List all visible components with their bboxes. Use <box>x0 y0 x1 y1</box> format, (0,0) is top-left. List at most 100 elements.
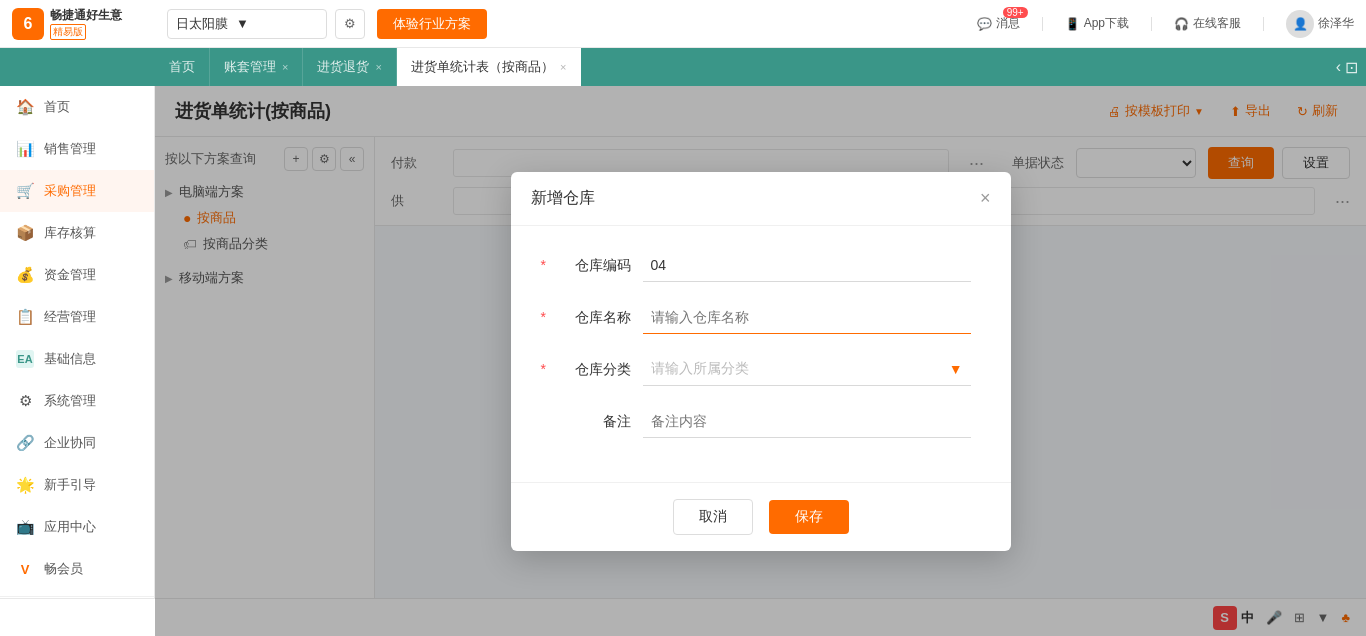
tab-bar-prev-icon[interactable]: ‹ <box>1336 58 1341 76</box>
store-selector[interactable]: 日太阳膜 ▼ <box>167 9 327 39</box>
purchase-icon: 🛒 <box>16 182 34 200</box>
logo-text-area: 畅捷通好生意 精易版 <box>50 7 122 40</box>
member-icon: V <box>16 560 34 578</box>
divider2 <box>1151 17 1152 31</box>
app-name: 畅捷通好生意 <box>50 7 122 24</box>
sidebar-home-label: 首页 <box>44 98 70 116</box>
tab-purchase-stats[interactable]: 进货单统计表（按商品） × <box>397 48 581 86</box>
tab-purchase-return[interactable]: 进货退货 × <box>303 48 396 86</box>
app-edition-badge: 精易版 <box>50 24 86 40</box>
user-name: 徐泽华 <box>1318 15 1354 32</box>
sidebar-item-operations[interactable]: 📋 经营管理 <box>0 296 154 338</box>
sidebar-finance-label: 资金管理 <box>44 266 96 284</box>
user-avatar: 👤 <box>1286 10 1314 38</box>
tab-account-label: 账套管理 <box>224 58 276 76</box>
divider3 <box>1263 17 1264 31</box>
appstore-icon: 📺 <box>16 518 34 536</box>
modal-title: 新增仓库 <box>531 188 595 209</box>
category-dropdown-icon: ▼ <box>949 361 963 377</box>
tab-purchase-return-close[interactable]: × <box>375 61 381 73</box>
sidebar-operations-label: 经营管理 <box>44 308 96 326</box>
tab-home[interactable]: 首页 <box>155 48 210 86</box>
sidebar-item-finance[interactable]: 💰 资金管理 <box>0 254 154 296</box>
operations-icon: 📋 <box>16 308 34 326</box>
sidebar-item-basic-info[interactable]: EA 基础信息 <box>0 338 154 380</box>
tab-bar-right: ‹ ⊡ <box>1336 58 1366 77</box>
sidebar-item-sales[interactable]: 📊 销售管理 <box>0 128 154 170</box>
remark-label: 备注 <box>551 413 631 431</box>
basic-info-icon: EA <box>16 350 34 368</box>
enterprise-icon: 🔗 <box>16 434 34 452</box>
tab-purchase-stats-close[interactable]: × <box>560 61 566 73</box>
tab-purchase-stats-label: 进货单统计表（按商品） <box>411 58 554 76</box>
modal-footer: 取消 保存 <box>511 482 1011 551</box>
store-name: 日太阳膜 <box>176 15 228 33</box>
code-label: 仓库编码 <box>551 257 631 275</box>
messages-button[interactable]: 💬 消息 99+ <box>977 15 1020 32</box>
trial-button[interactable]: 体验行业方案 <box>377 9 487 39</box>
tab-bar: 首页 账套管理 × 进货退货 × 进货单统计表（按商品） × ‹ ⊡ <box>0 48 1366 86</box>
sidebar-purchase-label: 采购管理 <box>44 182 96 200</box>
modal-close-button[interactable]: × <box>980 189 991 207</box>
phone-icon: 📱 <box>1065 17 1080 31</box>
remark-input[interactable] <box>643 406 971 438</box>
save-button[interactable]: 保存 <box>769 500 849 534</box>
tab-purchase-return-label: 进货退货 <box>317 58 369 76</box>
form-row-name: 仓库名称 <box>551 302 971 334</box>
sidebar-item-member[interactable]: V 畅会员 <box>0 548 154 590</box>
sidebar-item-inventory[interactable]: 📦 库存核算 <box>0 212 154 254</box>
cancel-button[interactable]: 取消 <box>673 499 753 535</box>
code-input[interactable] <box>643 250 971 282</box>
guide-icon: 🌟 <box>16 476 34 494</box>
new-warehouse-modal: 新增仓库 × 仓库编码 仓库名称 仓库 <box>511 172 1011 551</box>
headset-icon: 🎧 <box>1174 17 1189 31</box>
modal-overlay: 新增仓库 × 仓库编码 仓库名称 仓库 <box>155 86 1366 636</box>
logo-badge-area: 精易版 <box>50 24 122 40</box>
top-bar: 6 畅捷通好生意 精易版 日太阳膜 ▼ ⚙ 体验行业方案 💬 消息 99+ 📱 … <box>0 0 1366 48</box>
tab-home-label: 首页 <box>169 58 195 76</box>
message-icon: 💬 <box>977 17 992 31</box>
store-dropdown-icon: ▼ <box>236 16 249 31</box>
sidebar-item-appstore[interactable]: 📺 应用中心 <box>0 506 154 548</box>
user-area[interactable]: 👤 徐泽华 <box>1286 10 1354 38</box>
sidebar-inventory-label: 库存核算 <box>44 224 96 242</box>
inventory-icon: 📦 <box>16 224 34 242</box>
sidebar-item-guide[interactable]: 🌟 新手引导 <box>0 464 154 506</box>
top-right-area: 💬 消息 99+ 📱 App下载 🎧 在线客服 👤 徐泽华 <box>977 10 1354 38</box>
sidebar-item-enterprise[interactable]: 🔗 企业协同 <box>0 422 154 464</box>
sidebar-sales-label: 销售管理 <box>44 140 96 158</box>
home-icon: 🏠 <box>16 98 34 116</box>
tab-account[interactable]: 账套管理 × <box>210 48 303 86</box>
sidebar-basic-info-label: 基础信息 <box>44 350 96 368</box>
sidebar-item-home[interactable]: 🏠 首页 <box>0 86 154 128</box>
form-row-remark: 备注 <box>551 406 971 438</box>
main-content: 进货单统计(按商品) 🖨 按模板打印 ▼ ⬆ 导出 ↻ 刷新 <box>155 86 1366 636</box>
modal-body: 仓库编码 仓库名称 仓库分类 请输入所属分类 ▼ <box>511 226 1011 482</box>
sidebar-item-system[interactable]: ⚙ 系统管理 <box>0 380 154 422</box>
sidebar-appstore-label: 应用中心 <box>44 518 96 536</box>
sidebar-enterprise-label: 企业协同 <box>44 434 96 452</box>
form-row-code: 仓库编码 <box>551 250 971 282</box>
category-select[interactable]: 请输入所属分类 ▼ <box>643 354 971 386</box>
tab-account-close[interactable]: × <box>282 61 288 73</box>
category-label: 仓库分类 <box>551 361 631 379</box>
tab-bar-next-icon[interactable]: ⊡ <box>1345 58 1358 77</box>
main-layout: 🏠 首页 📊 销售管理 🛒 采购管理 📦 库存核算 💰 资金管理 📋 经营管理 … <box>0 86 1366 636</box>
app-download-button[interactable]: 📱 App下载 <box>1065 15 1129 32</box>
finance-icon: 💰 <box>16 266 34 284</box>
settings-icon-button[interactable]: ⚙ <box>335 9 365 39</box>
logo-area: 6 畅捷通好生意 精易版 <box>12 7 167 40</box>
sidebar-system-label: 系统管理 <box>44 392 96 410</box>
category-placeholder: 请输入所属分类 <box>651 360 949 378</box>
form-row-category: 仓库分类 请输入所属分类 ▼ <box>551 354 971 386</box>
sidebar-guide-label: 新手引导 <box>44 476 96 494</box>
sidebar-member-label: 畅会员 <box>44 560 83 578</box>
name-input[interactable] <box>643 302 971 334</box>
app-logo-icon: 6 <box>12 8 44 40</box>
sidebar-item-purchase[interactable]: 🛒 采购管理 <box>0 170 154 212</box>
sales-icon: 📊 <box>16 140 34 158</box>
divider1 <box>1042 17 1043 31</box>
system-icon: ⚙ <box>16 392 34 410</box>
modal-header: 新增仓库 × <box>511 172 1011 226</box>
online-service-button[interactable]: 🎧 在线客服 <box>1174 15 1241 32</box>
